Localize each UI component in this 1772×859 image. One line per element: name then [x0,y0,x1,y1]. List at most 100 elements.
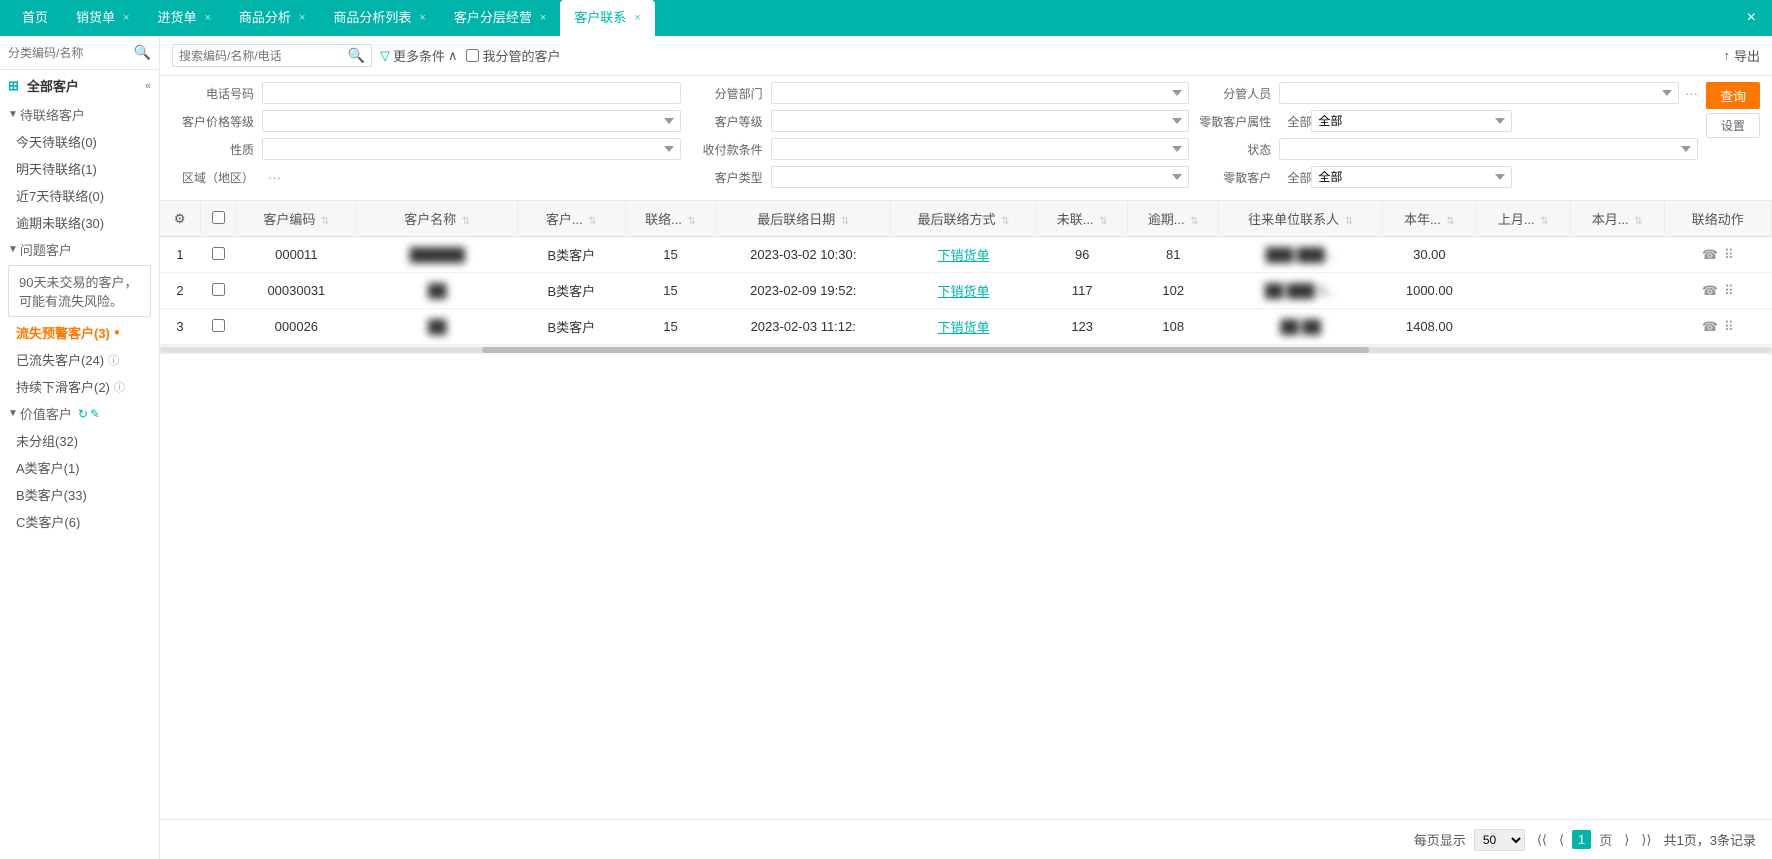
row-checkbox[interactable] [212,319,225,332]
more-actions-icon[interactable]: ⠿ [1724,319,1734,335]
nav-customer-contact[interactable]: 客户联系 × [560,0,654,36]
table-row: 1 000011 ██████ B类客户 15 2023-03-02 10:30… [160,237,1772,273]
payment-select[interactable] [771,138,1190,160]
sidebar-group-pending[interactable]: ▼ 待联络客户 [0,101,159,128]
sidebar-item-a-class[interactable]: A类客户(1) [0,454,159,481]
dots-icon[interactable]: ··· [268,170,281,185]
th-code[interactable]: 客户编码 ⇅ [236,201,357,237]
price-level-select[interactable] [262,110,681,132]
sidebar-item-today[interactable]: 今天待联络(0) [0,128,159,155]
cell-rownum: 2 [160,273,200,309]
sidebar-item-ungrouped[interactable]: 未分组(32) [0,427,159,454]
th-contact-person[interactable]: 往来单位联系人 ⇅ [1219,201,1383,237]
my-customers-checkbox[interactable] [466,49,479,62]
filter-row-1: 电话号码 分管部门 分管人员 [172,82,1698,104]
total-label: 共1页，3条记录 [1664,830,1756,849]
th-last-date[interactable]: 最后联络日期 ⇅ [716,201,890,237]
contact-icon[interactable]: ☎ [1702,247,1718,263]
sidebar-item-b-class[interactable]: B类客户(33) [0,481,159,508]
sidebar-item-7days[interactable]: 近7天待联络(0) [0,182,159,209]
nav-product-list[interactable]: 商品分析列表 × [319,0,439,36]
th-last-method[interactable]: 最后联络方式 ⇅ [890,201,1036,237]
contact-icon[interactable]: ☎ [1702,283,1718,299]
th-year-amt[interactable]: 本年... ⇅ [1382,201,1476,237]
more-actions-icon[interactable]: ⠿ [1724,283,1734,299]
refresh-icon[interactable]: ↻ [78,407,88,421]
close-icon[interactable]: × [540,0,546,36]
sidebar-item-overdue[interactable]: 逾期未联络(30) [0,209,159,236]
page-size-select[interactable]: 50 100 [1474,829,1525,851]
warning-dot-icon: ● [114,327,120,338]
th-overdue[interactable]: 逾期... ⇅ [1128,201,1219,237]
search-input[interactable] [179,49,348,63]
sidebar-item-declining[interactable]: 持续下滑客户(2) ⓘ [0,373,159,400]
select-all-checkbox[interactable] [212,211,225,224]
edit-icon[interactable]: ✎ [90,407,100,421]
sidebar-search-icon[interactable]: 🔍 [134,44,151,61]
cell-person: ██ ██ [1219,309,1383,345]
filter-payment: 收付款条件 [681,138,1190,160]
th-name[interactable]: 客户名称 ⇅ [357,201,518,237]
table-row: 2 00030031 ██ B类客户 15 2023-02-09 19:52: … [160,273,1772,309]
nature-select[interactable] [262,138,681,160]
status-select[interactable] [1279,138,1698,160]
sidebar-item-tomorrow[interactable]: 明天待联络(1) [0,155,159,182]
sidebar-item-c-class[interactable]: C类客户(6) [0,508,159,535]
th-unlinked[interactable]: 未联... ⇅ [1037,201,1128,237]
contact-icon[interactable]: ☎ [1702,319,1718,335]
customer-level-select[interactable] [771,110,1190,132]
close-icon[interactable]: × [123,0,129,36]
th-cur-month[interactable]: 本月... ⇅ [1570,201,1664,237]
page-last-btn[interactable]: ⟩⟩ [1637,830,1655,850]
th-last-month[interactable]: 上月... ⇅ [1476,201,1570,237]
export-button[interactable]: ↑ 导出 [1723,46,1760,65]
filter-row-2: 客户价格等级 客户等级 零散客户属性 [172,110,1698,132]
retail-select[interactable]: 全部 [1311,166,1511,188]
cell-name: ██ [357,309,518,345]
sidebar-group-value[interactable]: ▼ 价值客户 ↻ ✎ [0,400,159,427]
filter-retail-attr: 零散客户属性 全部 全部 [1189,110,1698,132]
nav-purchase[interactable]: 进货单 × [143,0,224,36]
nav-customer-layer[interactable]: 客户分层经营 × [440,0,560,36]
sidebar-item-churned[interactable]: 已流失客户(24) ⓘ [0,346,159,373]
page-prev-btn[interactable]: ⟨ [1555,830,1568,850]
close-icon[interactable]: × [419,0,425,36]
search-icon[interactable]: 🔍 [348,47,365,64]
th-type[interactable]: 客户... ⇅ [518,201,625,237]
row-checkbox[interactable] [212,247,225,260]
customer-type-select[interactable] [771,166,1190,188]
nav-home[interactable]: 首页 [8,0,62,36]
sidebar-group-problem[interactable]: ▼ 问题客户 [0,236,159,263]
my-customers-checkbox-label[interactable]: 我分管的客户 [466,46,561,65]
more-actions-icon[interactable]: ⠿ [1724,247,1734,263]
sidebar-all-customers[interactable]: ⊞ 全部客户 « [0,70,159,101]
page-first-btn[interactable]: ⟨⟨ [1533,830,1551,850]
sidebar-search-input[interactable] [8,46,130,60]
nav-product-analysis[interactable]: 商品分析 × [225,0,319,36]
phone-input[interactable] [262,82,681,104]
query-button[interactable]: 查询 [1706,82,1760,109]
sort-icon: ⇅ [1446,216,1454,227]
person-select[interactable] [1279,82,1679,104]
current-page[interactable]: 1 [1572,830,1591,849]
nav-sales[interactable]: 销货单 × [62,0,143,36]
dept-select[interactable] [771,82,1190,104]
dots-icon[interactable]: ··· [1685,86,1698,101]
close-icon[interactable]: × [299,0,305,36]
settings-button[interactable]: 设置 [1706,113,1760,138]
close-icon[interactable]: × [204,0,210,36]
horizontal-scrollbar[interactable] [160,345,1772,355]
more-filter-button[interactable]: ▽ 更多条件 ∧ [380,46,458,65]
sort-icon: ⇅ [841,216,849,227]
cell-person: ███ ███... [1219,237,1383,273]
page-next-btn[interactable]: ⟩ [1620,830,1633,850]
window-close-button[interactable]: × [1739,9,1764,27]
th-contact[interactable]: 联络... ⇅ [625,201,716,237]
close-icon[interactable]: × [634,0,640,36]
settings-gear-icon[interactable]: ⚙ [174,211,186,226]
content-area: 🔍 ▽ 更多条件 ∧ 我分管的客户 ↑ 导出 [160,36,1772,859]
sort-icon: ⇅ [588,216,596,227]
row-checkbox[interactable] [212,283,225,296]
retail-attr-select[interactable]: 全部 [1311,110,1511,132]
sidebar-item-churn-warning[interactable]: 流失预警客户(3) ● [0,319,159,346]
